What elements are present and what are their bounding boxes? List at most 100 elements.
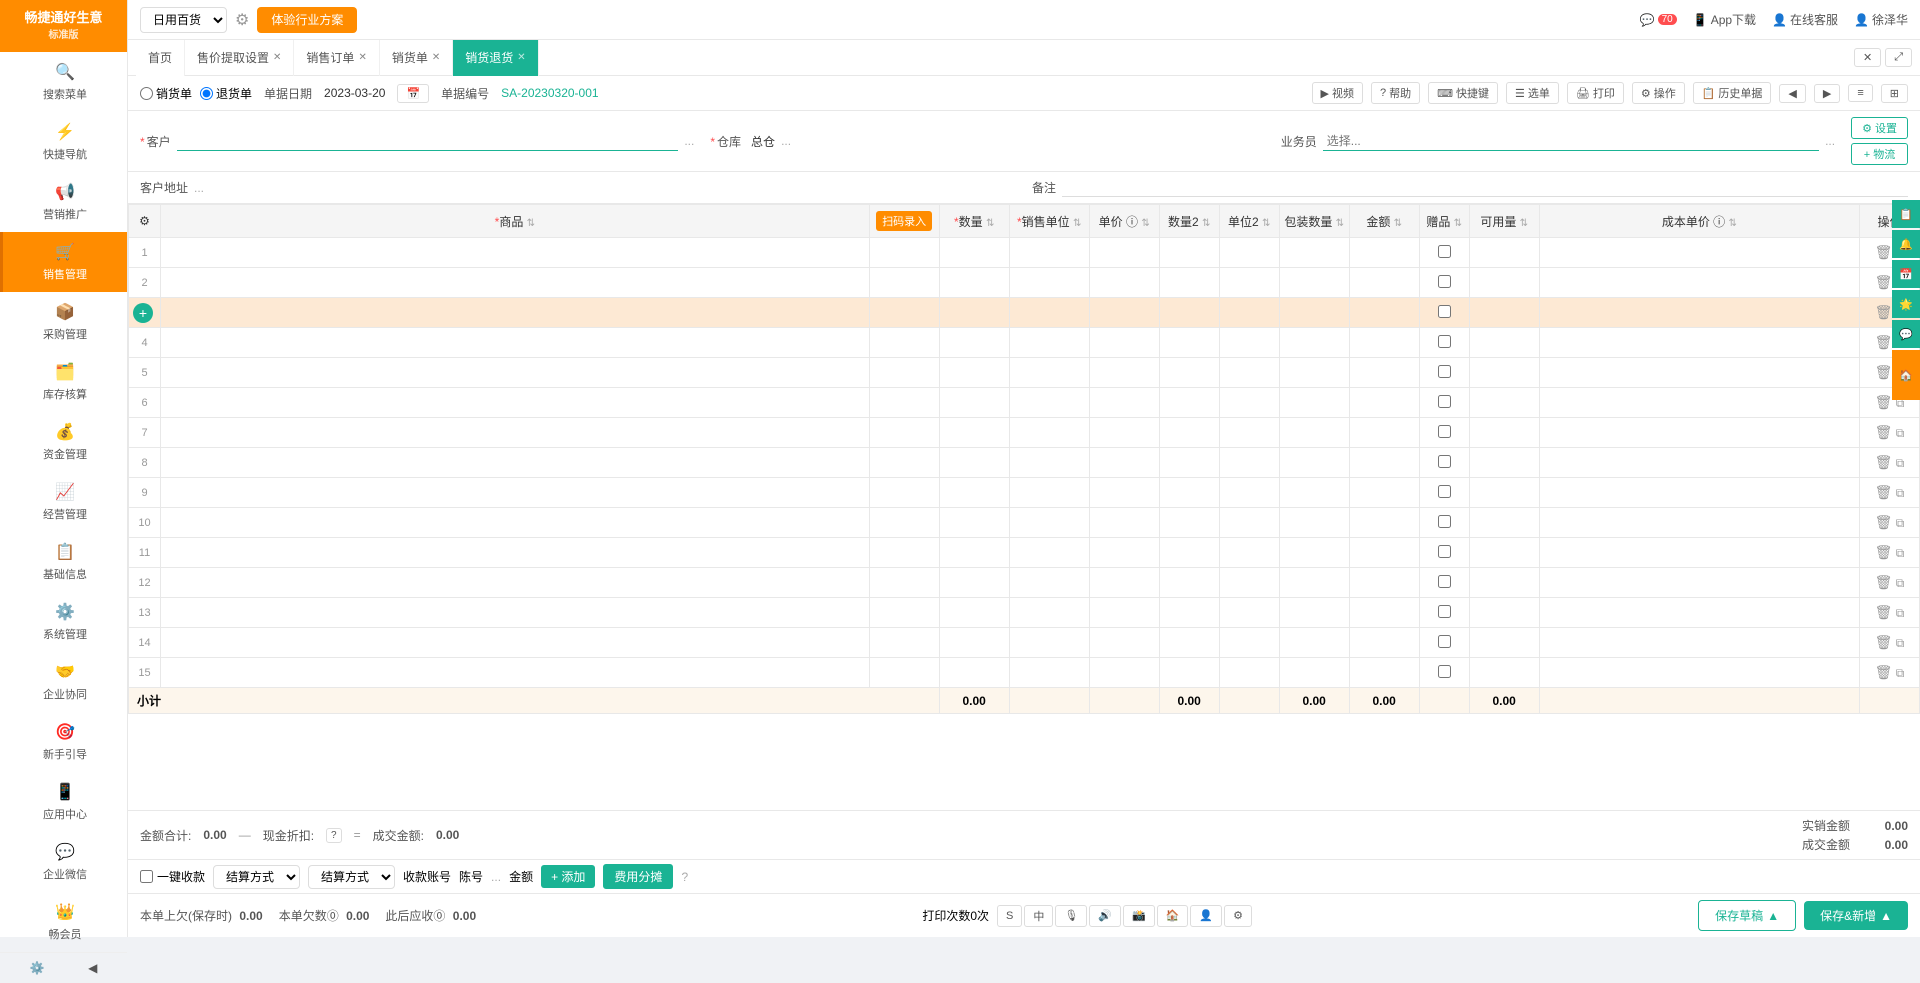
- sidebar-item-shortcut[interactable]: ⚡ 快捷导航: [0, 112, 127, 172]
- unit2-cell-11[interactable]: [1219, 538, 1279, 568]
- sidebar-item-search[interactable]: 🔍 搜索菜单: [0, 52, 127, 112]
- unit-cell-14[interactable]: [1009, 628, 1089, 658]
- unit-cell-2[interactable]: [1009, 268, 1089, 298]
- gift-checkbox-10[interactable]: [1438, 515, 1451, 528]
- gift-checkbox-7[interactable]: [1438, 425, 1451, 438]
- help-btn[interactable]: ? 帮助: [1371, 82, 1420, 104]
- qty-cell-10[interactable]: [939, 508, 1009, 538]
- unit2-cell-3[interactable]: [1219, 298, 1279, 328]
- gift-cell-7[interactable]: [1419, 418, 1469, 448]
- gift-checkbox-8[interactable]: [1438, 455, 1451, 468]
- gift-cell-10[interactable]: [1419, 508, 1469, 538]
- footer-icon-3[interactable]: 🎙: [1055, 905, 1087, 927]
- amount-cell-8[interactable]: [1349, 448, 1419, 478]
- avail-cell-3[interactable]: [1469, 298, 1539, 328]
- tab-home[interactable]: 首页: [136, 40, 185, 76]
- product-input-12[interactable]: [165, 575, 865, 590]
- gift-checkbox-14[interactable]: [1438, 635, 1451, 648]
- customer-input[interactable]: [177, 132, 679, 151]
- cash-discount-help[interactable]: ?: [326, 828, 342, 843]
- qty2-cell-2[interactable]: [1159, 268, 1219, 298]
- product-input-14[interactable]: [165, 635, 865, 650]
- copy-btn-11[interactable]: ⧉: [1896, 546, 1905, 561]
- tab-sales-return-close[interactable]: ✕: [517, 52, 525, 63]
- pkg-cell-4[interactable]: [1279, 328, 1349, 358]
- unit-cell-1[interactable]: [1009, 238, 1089, 268]
- sidebar-settings-btn[interactable]: ⚙️: [30, 961, 45, 975]
- unit2-cell-1[interactable]: [1219, 238, 1279, 268]
- copy-btn-7[interactable]: ⧉: [1896, 426, 1905, 441]
- product-input-3[interactable]: [165, 305, 865, 320]
- one-click-checkbox[interactable]: [140, 870, 153, 883]
- video-btn[interactable]: ▶ 视频: [1312, 82, 1363, 104]
- tab-sales-return[interactable]: 销货退货 ✕: [453, 40, 538, 76]
- copy-btn-14[interactable]: ⧉: [1896, 636, 1905, 651]
- right-float-btn-6[interactable]: 🏠: [1892, 350, 1920, 400]
- product-input-10[interactable]: [165, 515, 865, 530]
- gift-checkbox-12[interactable]: [1438, 575, 1451, 588]
- one-click-label[interactable]: 一键收款: [140, 868, 205, 885]
- del-btn-9[interactable]: 🗑: [1875, 484, 1893, 501]
- copy-btn-9[interactable]: ⧉: [1896, 486, 1905, 501]
- price-cell-13[interactable]: [1089, 598, 1159, 628]
- unit2-cell-15[interactable]: [1219, 658, 1279, 688]
- user-menu-btn[interactable]: 👤 徐泽华: [1854, 11, 1908, 28]
- unit-cell-9[interactable]: [1009, 478, 1089, 508]
- gift-checkbox-9[interactable]: [1438, 485, 1451, 498]
- message-btn[interactable]: 💬 70: [1640, 13, 1677, 27]
- unit2-cell-4[interactable]: [1219, 328, 1279, 358]
- qty2-cell-14[interactable]: [1159, 628, 1219, 658]
- price-cell-2[interactable]: [1089, 268, 1159, 298]
- product-input-13[interactable]: [165, 605, 865, 620]
- pkg-cell-3[interactable]: [1279, 298, 1349, 328]
- product-cell-5[interactable]: [161, 358, 870, 388]
- cost-cell-2[interactable]: [1539, 268, 1859, 298]
- sidebar-item-wechat[interactable]: 💬 企业微信: [0, 832, 127, 892]
- sidebar-item-basic[interactable]: 📋 基础信息: [0, 532, 127, 592]
- qty-cell-15[interactable]: [939, 658, 1009, 688]
- gift-cell-8[interactable]: [1419, 448, 1469, 478]
- cost-cell-11[interactable]: [1539, 538, 1859, 568]
- save-draft-btn[interactable]: 保存草稿 ▲: [1698, 900, 1796, 931]
- product-cell-7[interactable]: [161, 418, 870, 448]
- address-dots[interactable]: ...: [194, 181, 204, 195]
- del-btn-15[interactable]: 🗑: [1875, 664, 1893, 681]
- product-input-2[interactable]: [165, 275, 865, 290]
- amount-cell-1[interactable]: [1349, 238, 1419, 268]
- unit-cell-6[interactable]: [1009, 388, 1089, 418]
- gift-checkbox-2[interactable]: [1438, 275, 1451, 288]
- product-cell-10[interactable]: [161, 508, 870, 538]
- unit-cell-12[interactable]: [1009, 568, 1089, 598]
- amount-cell-9[interactable]: [1349, 478, 1419, 508]
- pkg-cell-7[interactable]: [1279, 418, 1349, 448]
- price-cell-8[interactable]: [1089, 448, 1159, 478]
- amount-cell-11[interactable]: [1349, 538, 1419, 568]
- amount-cell-7[interactable]: [1349, 418, 1419, 448]
- gift-cell-9[interactable]: [1419, 478, 1469, 508]
- cost-cell-9[interactable]: [1539, 478, 1859, 508]
- settlement-select[interactable]: 结算方式: [213, 865, 300, 889]
- product-cell-15[interactable]: [161, 658, 870, 688]
- tab-sales-order-close[interactable]: ✕: [358, 52, 366, 63]
- avail-cell-15[interactable]: [1469, 658, 1539, 688]
- price-cell-3[interactable]: [1089, 298, 1159, 328]
- save-new-btn[interactable]: 保存&新增 ▲: [1804, 901, 1908, 930]
- qty-cell-9[interactable]: [939, 478, 1009, 508]
- product-input-11[interactable]: [165, 545, 865, 560]
- online-service-btn[interactable]: 👤 在线客服: [1772, 11, 1838, 28]
- product-cell-12[interactable]: [161, 568, 870, 598]
- amount-cell-4[interactable]: [1349, 328, 1419, 358]
- avail-cell-8[interactable]: [1469, 448, 1539, 478]
- avail-cell-11[interactable]: [1469, 538, 1539, 568]
- date-picker-btn[interactable]: 📅: [397, 84, 429, 103]
- product-cell-2[interactable]: [161, 268, 870, 298]
- unit-cell-5[interactable]: [1009, 358, 1089, 388]
- unit-cell-15[interactable]: [1009, 658, 1089, 688]
- qty-cell-7[interactable]: [939, 418, 1009, 448]
- avail-cell-10[interactable]: [1469, 508, 1539, 538]
- avail-cell-9[interactable]: [1469, 478, 1539, 508]
- qty-cell-13[interactable]: [939, 598, 1009, 628]
- sidebar-item-partner[interactable]: 🤝 企业协同: [0, 652, 127, 712]
- sidebar-item-apps[interactable]: 📱 应用中心: [0, 772, 127, 832]
- app-download-btn[interactable]: 📱 App下载: [1693, 11, 1756, 28]
